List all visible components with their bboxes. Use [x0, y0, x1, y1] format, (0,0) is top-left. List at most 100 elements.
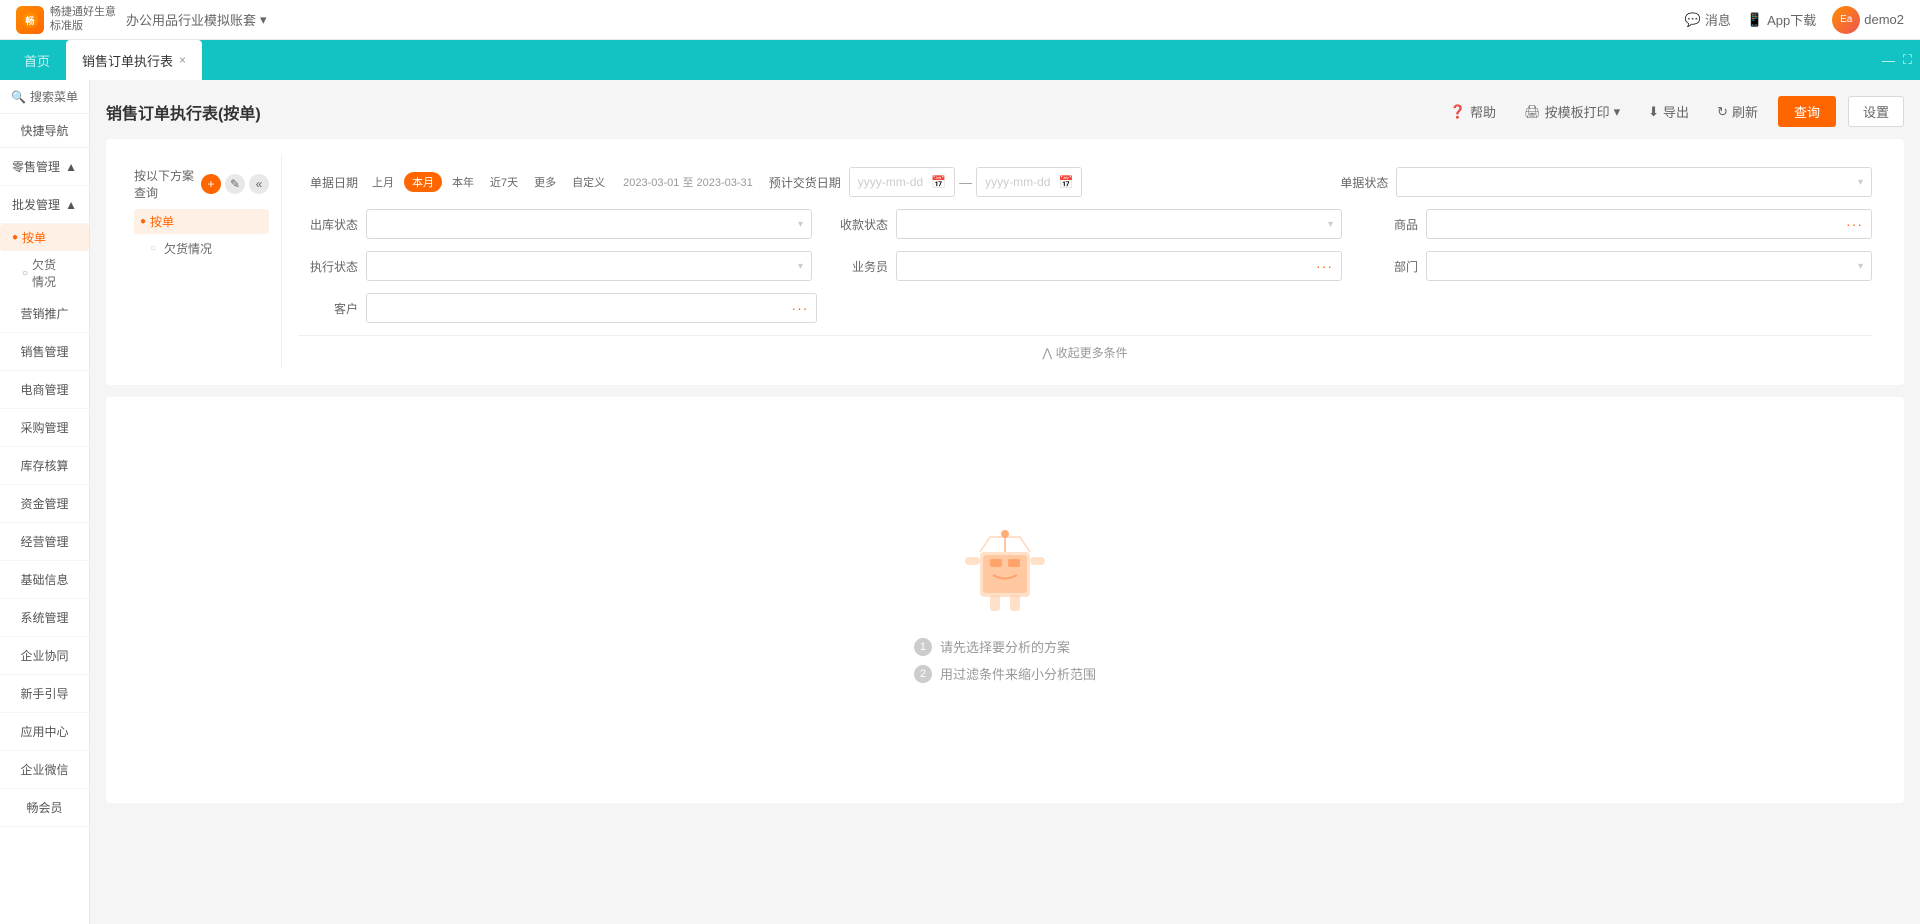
sidebar: 🔍 搜索菜单 快捷导航 零售管理 ▲ 批发管理 ▲ ● 按单 ○ 欠货情况 营销… [0, 80, 90, 924]
add-scheme-btn[interactable]: + [201, 174, 221, 194]
exec-status-select[interactable]: ▾ [366, 251, 812, 281]
pay-status-select[interactable]: ▾ [896, 209, 1342, 239]
industry-title[interactable]: 办公用品行业模拟账套 ▾ [126, 10, 267, 29]
product-label: 商品 [1358, 216, 1418, 233]
date-start-placeholder: yyyy-mm-dd [858, 175, 923, 189]
sidebar-sub-欠货情况[interactable]: ○ 欠货情况 [0, 251, 89, 295]
user-profile[interactable]: Ea demo2 [1832, 6, 1904, 34]
sidebar-item-inventory[interactable]: 库存核算 [0, 447, 89, 485]
ship-arrow: ▾ [798, 219, 803, 230]
sidebar-item-sales[interactable]: 销售管理 [0, 333, 89, 371]
customer-dots[interactable]: ··· [791, 300, 808, 316]
scheme-panel: 按以下方案查询 + ✎ « ● 按单 ○ [122, 155, 282, 369]
filter-layout: 按以下方案查询 + ✎ « ● 按单 ○ [122, 155, 1888, 369]
dept-arrow: ▾ [1858, 261, 1863, 272]
results-area: 1 请先选择要分析的方案 2 用过滤条件来缩小分析范围 [106, 397, 1904, 803]
page-actions: ❓ 帮助 🖨 按模板打印 ▾ ⬇ 导出 ↻ 刷新 查询 设置 [1442, 96, 1904, 127]
date-label: 单据日期 [298, 174, 358, 191]
inactive-indicator: ○ [150, 243, 156, 254]
customer-input[interactable]: ··· [366, 293, 817, 323]
query-btn[interactable]: 查询 [1778, 96, 1836, 127]
sidebar-item-wholesale[interactable]: 批发管理 ▲ [0, 186, 89, 224]
logo-icon: 畅 [16, 6, 44, 34]
content-area: 销售订单执行表(按单) ❓ 帮助 🖨 按模板打印 ▾ ⬇ 导出 ↻ 刷新 [90, 80, 1920, 924]
tab-sales-order[interactable]: 销售订单执行表 × [66, 40, 202, 80]
export-btn[interactable]: ⬇ 导出 [1640, 98, 1697, 125]
top-bar-right: 💬 消息 📱 App下载 Ea demo2 [1685, 6, 1904, 34]
sidebar-item-newbie[interactable]: 新手引导 [0, 675, 89, 713]
period-this-month[interactable]: 本月 [404, 172, 442, 192]
exec-status-label: 执行状态 [298, 258, 358, 275]
period-buttons: 上月 本月 本年 近7天 更多 自定义 [366, 172, 611, 192]
help-btn[interactable]: ❓ 帮助 [1442, 98, 1504, 125]
app-download-btn[interactable]: 📱 App下载 [1747, 10, 1816, 29]
window-maximize-btn[interactable]: ⛶ [1903, 52, 1912, 68]
sidebar-item-finance[interactable]: 资金管理 [0, 485, 89, 523]
dept-select[interactable]: ▾ [1426, 251, 1872, 281]
expected-date-label: 预计交货日期 [769, 174, 841, 191]
product-input[interactable]: ··· [1426, 209, 1872, 239]
scheme-item-按单[interactable]: ● 按单 [134, 209, 269, 234]
active-dot: ● [12, 232, 18, 243]
print-btn[interactable]: 🖨 按模板打印 ▾ [1516, 98, 1628, 125]
active-indicator: ● [140, 216, 146, 227]
sidebar-item-wechat[interactable]: 企业微信 [0, 751, 89, 789]
page-title: 销售订单执行表(按单) [106, 100, 261, 124]
filter-row-4: 客户 ··· [298, 293, 1872, 323]
expected-date-end[interactable]: yyyy-mm-dd 📅 [976, 167, 1082, 197]
filter-group-ship: 出库状态 ▾ [298, 209, 812, 239]
doc-status-label: 单据状态 [1328, 174, 1388, 191]
sidebar-item-operations[interactable]: 经营管理 [0, 523, 89, 561]
dept-label: 部门 [1358, 258, 1418, 275]
sidebar-item-system[interactable]: 系统管理 [0, 599, 89, 637]
sidebar-item-enterprise[interactable]: 企业协同 [0, 637, 89, 675]
ship-status-select[interactable]: ▾ [366, 209, 812, 239]
sidebar-item-basics[interactable]: 基础信息 [0, 561, 89, 599]
period-more[interactable]: 更多 [528, 172, 562, 192]
sidebar-quick-nav[interactable]: 快捷导航 [0, 114, 89, 148]
product-dots[interactable]: ··· [1846, 216, 1863, 232]
collapse-bar[interactable]: ⋀ 收起更多条件 [298, 335, 1872, 369]
exec-arrow: ▾ [798, 261, 803, 272]
filter-panel: 按以下方案查询 + ✎ « ● 按单 ○ [106, 139, 1904, 385]
sidebar-item-retail[interactable]: 零售管理 ▲ [0, 148, 89, 186]
sidebar-item-ecommerce[interactable]: 电商管理 [0, 371, 89, 409]
window-minimize-btn[interactable]: — [1882, 53, 1895, 68]
scheme-item-欠货情况[interactable]: ○ 欠货情况 [134, 236, 269, 261]
filter-group-dept: 部门 ▾ [1358, 251, 1872, 281]
refresh-icon: ↻ [1717, 104, 1728, 120]
date-end-placeholder: yyyy-mm-dd [985, 175, 1050, 189]
tab-home[interactable]: 首页 [8, 40, 66, 80]
tab-bar: 首页 销售订单执行表 × — ⛶ [0, 40, 1920, 80]
period-custom[interactable]: 自定义 [566, 172, 611, 192]
sidebar-item-member[interactable]: 畅会员 [0, 789, 89, 827]
period-last-month[interactable]: 上月 [366, 172, 400, 192]
salesperson-input[interactable]: ··· [896, 251, 1342, 281]
inactive-dot: ○ [22, 268, 28, 279]
period-this-year[interactable]: 本年 [446, 172, 480, 192]
ship-status-label: 出库状态 [298, 216, 358, 233]
refresh-btn[interactable]: ↻ 刷新 [1709, 98, 1766, 125]
chevron-up-icon-2: ▲ [65, 198, 77, 212]
top-bar: 畅 畅捷通好生意 标准版 办公用品行业模拟账套 ▾ 💬 消息 📱 App下载 E… [0, 0, 1920, 40]
settings-btn[interactable]: 设置 [1848, 96, 1904, 127]
doc-status-select[interactable]: ▾ [1396, 167, 1872, 197]
edit-scheme-btn[interactable]: ✎ [225, 174, 245, 194]
filter-group-salesperson: 业务员 ··· [828, 251, 1342, 281]
print-icon: 🖨 [1524, 104, 1541, 120]
print-dropdown-icon: ▾ [1614, 104, 1621, 120]
collapse-scheme-btn[interactable]: « [249, 174, 269, 194]
sidebar-item-apps[interactable]: 应用中心 [0, 713, 89, 751]
salesperson-dots[interactable]: ··· [1316, 258, 1333, 274]
filter-group-exec: 执行状态 ▾ [298, 251, 812, 281]
expected-date-start[interactable]: yyyy-mm-dd 📅 [849, 167, 955, 197]
sidebar-search[interactable]: 🔍 搜索菜单 [0, 80, 89, 114]
sidebar-sub-按单[interactable]: ● 按单 [0, 224, 89, 251]
tab-close-icon[interactable]: × [179, 53, 186, 67]
scheme-header: 按以下方案查询 + ✎ « [134, 167, 269, 201]
message-btn[interactable]: 💬 消息 [1685, 10, 1731, 29]
period-last7[interactable]: 近7天 [484, 172, 524, 192]
sidebar-item-purchase[interactable]: 采购管理 [0, 409, 89, 447]
sidebar-item-marketing[interactable]: 营销推广 [0, 295, 89, 333]
page-header: 销售订单执行表(按单) ❓ 帮助 🖨 按模板打印 ▾ ⬇ 导出 ↻ 刷新 [106, 96, 1904, 127]
